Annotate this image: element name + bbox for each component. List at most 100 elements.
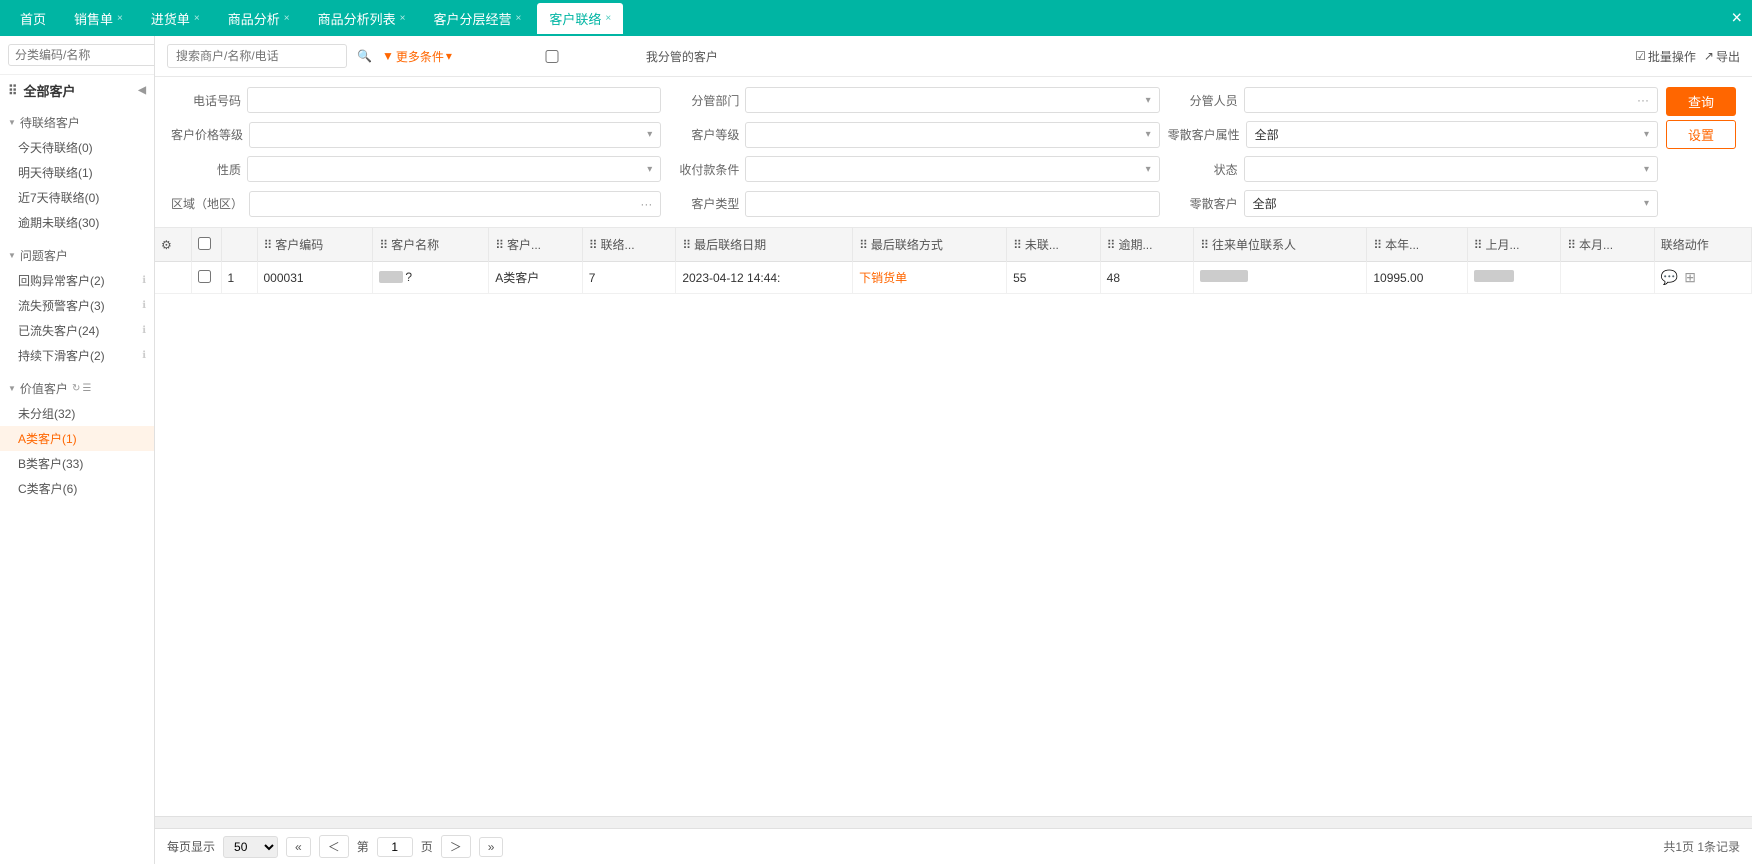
td-code: 000031 — [257, 262, 373, 294]
next-page-btn[interactable]: ＞ — [441, 835, 471, 858]
th-this-month[interactable]: ⠿ 本月... — [1561, 228, 1655, 262]
payment-input[interactable]: ▾ — [745, 156, 1159, 182]
status-label: 状态 — [1168, 161, 1238, 178]
retail-attr-chevron: ▾ — [1644, 129, 1649, 140]
th-last-date[interactable]: ⠿ 最后联络日期 — [676, 228, 853, 262]
th-action: 联络动作 — [1654, 228, 1751, 262]
sidebar-all-customers[interactable]: ⠿ 全部客户 ◀ — [0, 75, 154, 106]
nav-customer-contact[interactable]: 客户联络 × — [537, 3, 623, 34]
class-c-label: C类客户(6) — [18, 480, 77, 497]
first-page-btn[interactable]: « — [286, 837, 311, 857]
nature-input[interactable]: ▾ — [247, 156, 661, 182]
link-action-icon[interactable]: ⊞ — [1684, 269, 1696, 286]
sidebar-item-declining[interactable]: 持续下滑客户(2) ℹ — [0, 343, 154, 368]
sidebar-item-churn-warning[interactable]: 流失预警客户(3) ℹ — [0, 293, 154, 318]
filter-search-icon[interactable]: 🔍 — [357, 49, 372, 63]
nav-purchase-label: 进货单 — [151, 9, 190, 28]
select-all-checkbox[interactable] — [198, 237, 211, 250]
prev-page-btn[interactable]: ＜ — [319, 835, 349, 858]
nav-sales-close[interactable]: × — [117, 13, 123, 24]
dept-input[interactable]: ▾ — [745, 87, 1159, 113]
td-last-method[interactable]: 下销货单 — [853, 262, 1007, 294]
th-contact[interactable]: ⠿ 联络... — [582, 228, 676, 262]
region-input[interactable]: ··· — [249, 191, 661, 217]
window-close-icon[interactable]: × — [1731, 8, 1742, 29]
customer-type-input[interactable] — [745, 191, 1159, 217]
last-method-link[interactable]: 下销货单 — [859, 271, 907, 285]
th-overdue[interactable]: ⠿ 逾期... — [1100, 228, 1194, 262]
nature-chevron: ▾ — [647, 164, 652, 175]
th-code[interactable]: ⠿ 客户编码 — [257, 228, 373, 262]
td-gear — [155, 262, 191, 294]
last-page-btn[interactable]: » — [479, 837, 504, 857]
th-checkbox[interactable] — [191, 228, 221, 262]
customer-level-input[interactable]: ▾ — [745, 122, 1159, 148]
td-checkbox[interactable] — [191, 262, 221, 294]
retail-attr-input[interactable]: 全部 ▾ — [1246, 121, 1658, 148]
nav-customer-contact-close[interactable]: × — [605, 13, 611, 24]
th-this-year[interactable]: ⠿ 本年... — [1367, 228, 1467, 262]
nav-home[interactable]: 首页 — [8, 3, 58, 34]
sidebar-item-repurchase-abnormal[interactable]: 回购异常客户(2) ℹ — [0, 268, 154, 293]
nav-purchase-close[interactable]: × — [194, 13, 200, 24]
th-name[interactable]: ⠿ 客户名称 — [373, 228, 489, 262]
settings-button[interactable]: 设置 — [1666, 120, 1736, 149]
nav-purchase[interactable]: 进货单 × — [139, 3, 212, 34]
filter-row-4: 区域（地区） ··· 客户类型 零散客户 — [171, 190, 1658, 217]
nav-product-analysis[interactable]: 商品分析 × — [216, 3, 302, 34]
horizontal-scrollbar[interactable] — [155, 816, 1752, 828]
gear-icon[interactable]: ⚙ — [161, 238, 172, 252]
more-filters-btn[interactable]: ▼ 更多条件 ▾ — [382, 48, 452, 65]
export-btn[interactable]: ↗ 导出 — [1704, 48, 1740, 65]
manager-input[interactable]: ··· — [1244, 87, 1658, 113]
sidebar-item-today[interactable]: 今天待联络(0) — [0, 135, 154, 160]
pagination-bar: 每页显示 50 100 « ＜ 第 页 ＞ » 共1页 1条记录 — [155, 828, 1752, 864]
sidebar-item-churned[interactable]: 已流失客户(24) ℹ — [0, 318, 154, 343]
sidebar-item-overdue[interactable]: 逾期未联络(30) — [0, 210, 154, 235]
sidebar-value-title[interactable]: ▼ 价值客户 ↻ ☰ — [0, 376, 154, 401]
price-level-input[interactable]: ▾ — [249, 122, 661, 148]
th-last-month[interactable]: ⠿ 上月... — [1467, 228, 1561, 262]
filter-search-input[interactable] — [167, 44, 347, 68]
th-no-contact[interactable]: ⠿ 未联... — [1007, 228, 1101, 262]
th-this-month-sort: ⠿ — [1567, 238, 1576, 252]
batch-operations-btn[interactable]: ☑ 批量操作 — [1635, 48, 1696, 65]
sidebar-problem-title[interactable]: ▼ 问题客户 — [0, 243, 154, 268]
th-unit-contact[interactable]: ⠿ 往来单位联系人 — [1194, 228, 1367, 262]
sidebar-item-unclassified[interactable]: 未分组(32) — [0, 401, 154, 426]
nav-product-list[interactable]: 商品分析列表 × — [306, 3, 418, 34]
page-input[interactable] — [377, 837, 413, 857]
churned-label: 已流失客户(24) — [18, 322, 99, 339]
retail-customer-input[interactable]: 全部 ▾ — [1244, 190, 1658, 217]
per-page-select[interactable]: 50 100 — [223, 836, 278, 858]
th-type[interactable]: ⠿ 客户... — [489, 228, 583, 262]
sidebar-search-input[interactable] — [8, 44, 155, 66]
nav-customer-segment-label: 客户分层经营 — [433, 9, 511, 28]
export-label: 导出 — [1716, 48, 1740, 65]
sidebar-pending-title[interactable]: ▼ 待联络客户 — [0, 110, 154, 135]
sidebar-item-class-b[interactable]: B类客户(33) — [0, 451, 154, 476]
my-customers-check[interactable] — [462, 50, 642, 63]
sidebar-item-week[interactable]: 近7天待联络(0) — [0, 185, 154, 210]
nav-customer-segment-close[interactable]: × — [515, 13, 521, 24]
sidebar-item-class-a[interactable]: A类客户(1) — [0, 426, 154, 451]
nav-product-list-close[interactable]: × — [400, 13, 406, 24]
sidebar-item-class-c[interactable]: C类客户(6) — [0, 476, 154, 501]
query-button[interactable]: 查询 — [1666, 87, 1736, 116]
nav-sales[interactable]: 销售单 × — [62, 3, 135, 34]
value-refresh-icon[interactable]: ↻ — [72, 383, 80, 394]
chat-action-icon[interactable]: 💬 — [1661, 269, 1678, 286]
th-gear[interactable]: ⚙ — [155, 228, 191, 262]
nav-product-analysis-close[interactable]: × — [284, 13, 290, 24]
th-last-method[interactable]: ⠿ 最后联络方式 — [853, 228, 1007, 262]
sidebar-item-tomorrow[interactable]: 明天待联络(1) — [0, 160, 154, 185]
my-customers-checkbox[interactable]: 我分管的客户 — [462, 48, 718, 65]
row-checkbox[interactable] — [198, 270, 211, 283]
table-area: ⚙ ⠿ 客户编码 — [155, 228, 1752, 816]
status-input[interactable]: ▾ — [1244, 156, 1658, 182]
phone-input[interactable] — [247, 87, 661, 113]
value-add-icon[interactable]: ☰ — [82, 383, 91, 394]
nav-customer-segment[interactable]: 客户分层经营 × — [421, 3, 533, 34]
th-this-year-sort: ⠿ — [1373, 238, 1382, 252]
td-overdue: 48 — [1100, 262, 1194, 294]
